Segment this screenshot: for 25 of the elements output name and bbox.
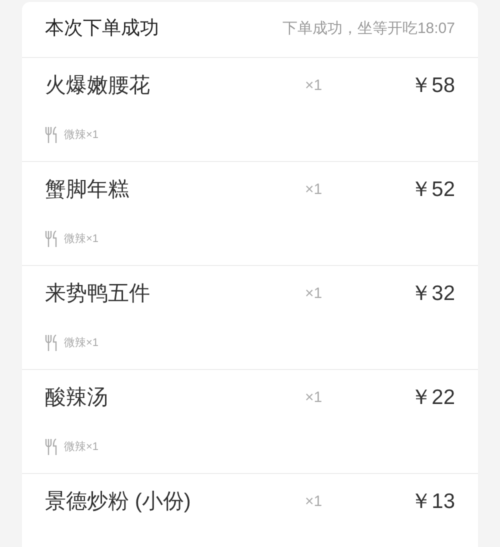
dish-quantity: ×1 xyxy=(305,180,324,200)
dish-quantity: ×1 xyxy=(305,492,324,512)
dish-note: 微辣×1 xyxy=(64,440,99,455)
fork-knife-icon xyxy=(45,334,59,352)
dish-quantity: ×1 xyxy=(305,76,324,96)
dish-price: ￥13 xyxy=(410,489,455,516)
dish-quantity: ×1 xyxy=(305,284,324,304)
dish-price: ￥52 xyxy=(410,177,455,204)
order-status: 下单成功，坐等开吃18:07 xyxy=(282,19,455,40)
dish-name: 酸辣汤 xyxy=(45,385,109,412)
dish-note: 微辣×1 xyxy=(64,336,99,351)
dish-note: 微辣×1 xyxy=(64,128,99,143)
dish-price: ￥32 xyxy=(410,281,455,308)
dish-name: 火爆嫩腰花 xyxy=(45,73,151,100)
fork-knife-icon xyxy=(45,230,59,248)
dish-name: 来势鸭五件 xyxy=(45,281,151,308)
dish-name: 蟹脚年糕 xyxy=(45,177,130,204)
card-title: 本次下单成功 xyxy=(45,17,159,42)
fork-knife-icon xyxy=(45,126,59,144)
dish-price: ￥58 xyxy=(410,73,455,100)
dish-note: 微辣×1 xyxy=(64,232,99,247)
fork-knife-icon xyxy=(45,438,59,456)
dish-name: 景德炒粉 (小份) xyxy=(45,489,192,516)
dish-quantity: ×1 xyxy=(305,388,324,408)
dish-price: ￥22 xyxy=(410,385,455,412)
